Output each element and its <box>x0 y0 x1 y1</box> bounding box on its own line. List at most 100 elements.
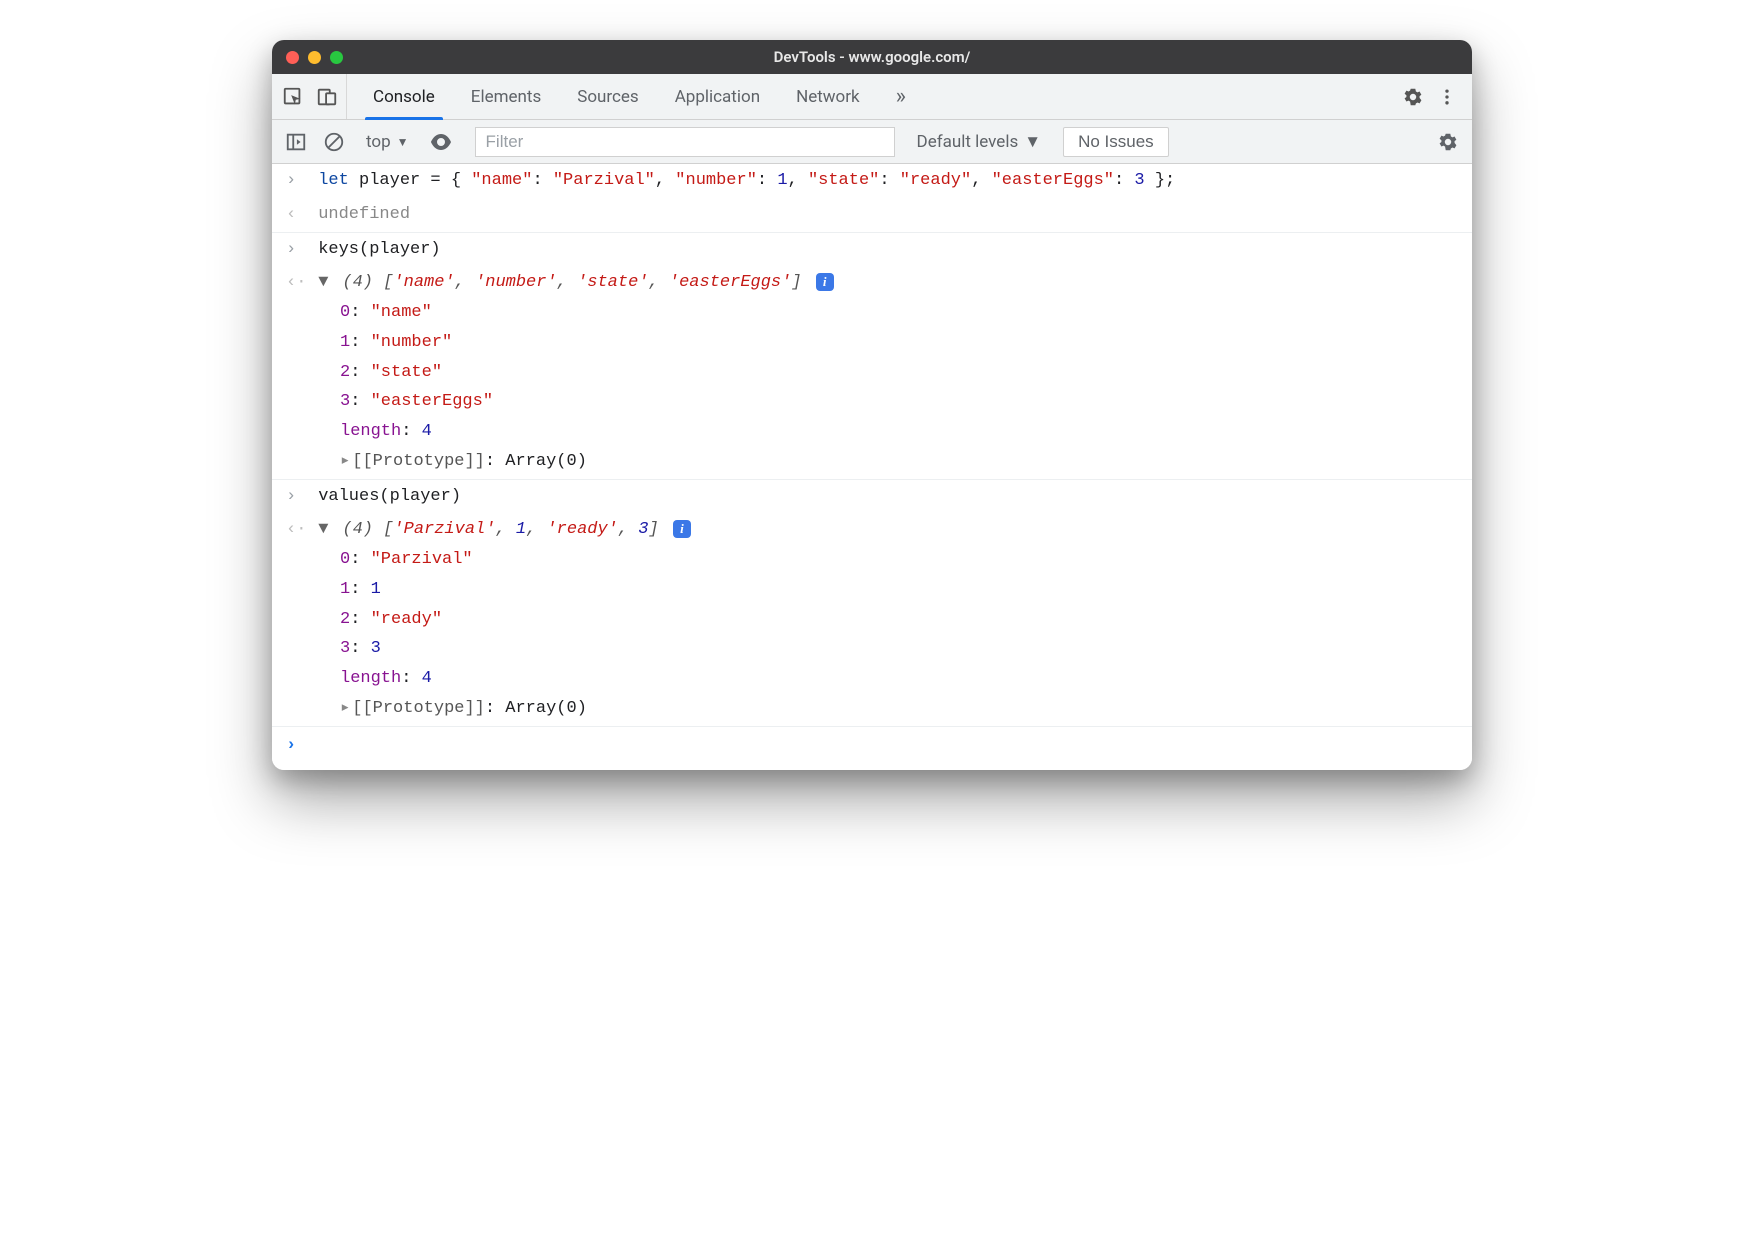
code-text: }; <box>1145 171 1176 190</box>
string: "Parzival" <box>371 550 473 569</box>
code-text: player = { <box>349 171 471 190</box>
string: "number" <box>371 333 453 352</box>
input-caret-icon: › <box>286 482 302 512</box>
array-expanded: 0: "Parzival" 1: 1 2: "ready" 3: 3 lengt… <box>286 545 1462 724</box>
prompt-caret-icon: › <box>286 736 296 755</box>
string: 'number' <box>475 273 557 292</box>
string: "number" <box>675 171 757 190</box>
array-index: 3 <box>340 392 350 411</box>
tab-strip: Console Elements Sources Application Net… <box>272 74 1472 120</box>
devtools-window: DevTools - www.google.com/ Console Eleme… <box>272 40 1472 770</box>
window-title: DevTools - www.google.com/ <box>286 48 1458 66</box>
console-output: › let player = { "name": "Parzival", "nu… <box>272 164 1472 770</box>
string: 'Parzival' <box>393 520 495 539</box>
undefined-value: undefined <box>318 205 410 224</box>
clear-console-icon[interactable] <box>322 130 346 154</box>
prototype-value: Array(0) <box>505 699 587 718</box>
tab-label: Sources <box>577 87 638 107</box>
array-index: 3 <box>340 639 350 658</box>
console-prompt[interactable]: › <box>272 727 1472 771</box>
chevron-down-icon: ▼ <box>397 135 409 149</box>
output-caret-icon: ‹· <box>286 268 302 298</box>
number: 3 <box>1134 171 1144 190</box>
string: "name" <box>371 303 432 322</box>
code-text: keys(player) <box>318 240 440 259</box>
console-toolbar: top ▼ Default levels ▼ No Issues <box>272 120 1472 164</box>
console-input-row[interactable]: › keys(player) <box>272 233 1472 267</box>
context-label: top <box>366 132 391 152</box>
string: 'name' <box>393 273 454 292</box>
console-input-row[interactable]: › let player = { "name": "Parzival", "nu… <box>272 164 1472 198</box>
traffic-lights <box>286 51 343 64</box>
array-index: 1 <box>340 333 350 352</box>
gear-icon[interactable] <box>1402 86 1424 108</box>
string: 'ready' <box>546 520 617 539</box>
console-output-row: ‹ undefined <box>272 198 1472 233</box>
number: 4 <box>422 422 432 441</box>
prototype-label: [[Prototype]] <box>352 452 485 471</box>
number: 4 <box>422 669 432 688</box>
string: 'easterEggs' <box>669 273 791 292</box>
array-index: 1 <box>340 580 350 599</box>
disclosure-closed-icon[interactable]: ▸ <box>340 452 350 471</box>
gear-icon[interactable] <box>1436 130 1460 154</box>
disclosure-closed-icon[interactable]: ▸ <box>340 699 350 718</box>
array-count: (4) <box>342 273 373 292</box>
more-tabs-icon[interactable]: » <box>878 74 924 119</box>
tab-label: Elements <box>471 87 541 107</box>
number: 1 <box>371 580 381 599</box>
disclosure-open-icon[interactable]: ▼ <box>318 515 332 545</box>
tab-network[interactable]: Network <box>778 74 878 119</box>
string: "Parzival" <box>553 171 655 190</box>
kebab-icon[interactable] <box>1436 86 1458 108</box>
tab-application[interactable]: Application <box>657 74 778 119</box>
string: "easterEggs" <box>371 392 493 411</box>
string: "easterEggs" <box>992 171 1114 190</box>
tab-label: Console <box>373 87 435 107</box>
string: "ready" <box>371 610 442 629</box>
string: "ready" <box>900 171 971 190</box>
tab-sources[interactable]: Sources <box>559 74 656 119</box>
titlebar: DevTools - www.google.com/ <box>272 40 1472 74</box>
string: 'state' <box>577 273 648 292</box>
number: 3 <box>371 639 381 658</box>
filter-input[interactable] <box>475 127 895 157</box>
prototype-label: [[Prototype]] <box>352 699 485 718</box>
disclosure-open-icon[interactable]: ▼ <box>318 268 332 298</box>
string: "name" <box>471 171 532 190</box>
sidebar-toggle-icon[interactable] <box>284 130 308 154</box>
keyword: let <box>318 171 349 190</box>
number: 1 <box>777 171 787 190</box>
array-count: (4) <box>342 520 373 539</box>
string: "state" <box>371 363 442 382</box>
tab-label: Network <box>796 87 860 107</box>
length-label: length <box>340 422 401 441</box>
context-selector[interactable]: top ▼ <box>360 130 415 154</box>
tab-console[interactable]: Console <box>355 74 453 119</box>
prototype-value: Array(0) <box>505 452 587 471</box>
string: "state" <box>808 171 879 190</box>
tab-elements[interactable]: Elements <box>453 74 559 119</box>
length-label: length <box>340 669 401 688</box>
live-expression-icon[interactable] <box>429 130 453 154</box>
console-output-row: ‹· ▼ (4) ['name', 'number', 'state', 'ea… <box>272 266 1472 479</box>
inspect-icon[interactable] <box>282 86 304 108</box>
number: 3 <box>638 520 648 539</box>
maximize-icon[interactable] <box>330 51 343 64</box>
close-icon[interactable] <box>286 51 299 64</box>
code-text: values(player) <box>318 487 461 506</box>
input-caret-icon: › <box>286 166 302 196</box>
array-index: 2 <box>340 363 350 382</box>
info-icon[interactable]: i <box>816 273 834 291</box>
info-icon[interactable]: i <box>673 520 691 538</box>
device-toggle-icon[interactable] <box>316 86 338 108</box>
output-caret-icon: ‹ <box>286 200 302 230</box>
log-levels-selector[interactable]: Default levels ▼ <box>909 132 1050 152</box>
chevron-down-icon: ▼ <box>1024 132 1041 152</box>
input-caret-icon: › <box>286 235 302 265</box>
console-input-row[interactable]: › values(player) <box>272 480 1472 514</box>
tab-label: Application <box>675 87 760 107</box>
panel-tabs: Console Elements Sources Application Net… <box>355 74 924 119</box>
minimize-icon[interactable] <box>308 51 321 64</box>
issues-button[interactable]: No Issues <box>1063 127 1169 157</box>
